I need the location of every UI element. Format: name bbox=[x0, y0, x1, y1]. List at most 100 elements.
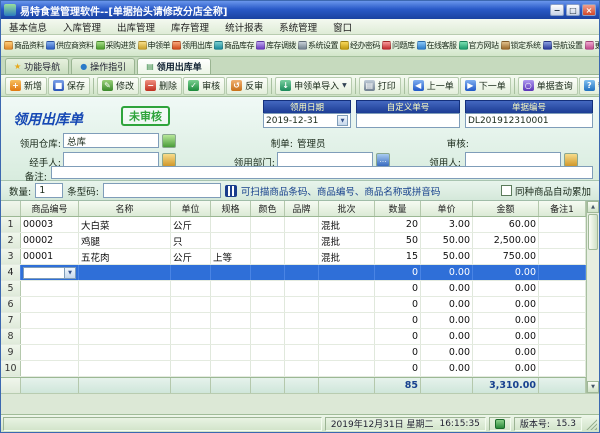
scroll-down-icon[interactable]: ▼ bbox=[587, 381, 599, 393]
toolbar-item-issues[interactable]: 问题库 bbox=[381, 40, 416, 51]
cell-name[interactable]: 大白菜 bbox=[79, 217, 171, 232]
cell-brand[interactable] bbox=[285, 313, 319, 328]
cell-amount[interactable]: 750.00 bbox=[473, 249, 539, 264]
table-row[interactable]: 7 0 0.00 0.00 bbox=[1, 313, 586, 329]
row-number[interactable]: 10 bbox=[1, 361, 21, 376]
cell-color[interactable] bbox=[251, 281, 285, 296]
menu-system[interactable]: 系统管理 bbox=[271, 19, 325, 34]
cell-batch[interactable]: 混批 bbox=[319, 233, 375, 248]
toolbar-item-stock[interactable]: 商品库存 bbox=[213, 40, 255, 51]
cell-price[interactable]: 50.00 bbox=[421, 233, 473, 248]
cell-spec[interactable] bbox=[211, 281, 251, 296]
cell-color[interactable] bbox=[251, 217, 285, 232]
menu-outbound[interactable]: 出库管理 bbox=[109, 19, 163, 34]
toolbar-item-password[interactable]: 经办密码 bbox=[339, 40, 381, 51]
cell-batch[interactable] bbox=[319, 265, 375, 280]
cell-spec[interactable]: 上等 bbox=[211, 249, 251, 264]
custom-number-input[interactable] bbox=[356, 113, 460, 128]
toolbar-item-purchase[interactable]: 采购进货 bbox=[95, 40, 137, 51]
cell-unit[interactable] bbox=[171, 297, 211, 312]
cell-amount[interactable]: 0.00 bbox=[473, 345, 539, 360]
cell-amount[interactable]: 0.00 bbox=[473, 297, 539, 312]
import-dropdown-icon[interactable]: ▼ bbox=[342, 82, 347, 89]
cell-unit[interactable]: 公斤 bbox=[171, 249, 211, 264]
cell-code[interactable] bbox=[21, 297, 79, 312]
query-button[interactable]: ○ 单据查询 bbox=[517, 76, 578, 95]
cell-spec[interactable] bbox=[211, 329, 251, 344]
remark-input[interactable] bbox=[51, 166, 593, 179]
vertical-scrollbar[interactable]: ▲ ▼ bbox=[586, 201, 599, 393]
cell-qty[interactable]: 0 bbox=[375, 265, 421, 280]
cell-spec[interactable] bbox=[211, 265, 251, 280]
cell-code[interactable]: 00003 bbox=[21, 217, 79, 232]
cell-amount[interactable]: 60.00 bbox=[473, 217, 539, 232]
col-header-spec[interactable]: 规格 bbox=[211, 201, 251, 216]
order-date-input[interactable]: 2019-12-31 ▼ bbox=[263, 113, 351, 128]
toolbar-item-settings[interactable]: 系统设置 bbox=[297, 40, 339, 51]
cell-price[interactable]: 0.00 bbox=[421, 345, 473, 360]
barcode-input[interactable] bbox=[102, 183, 221, 198]
cell-brand[interactable] bbox=[285, 281, 319, 296]
cell-name[interactable] bbox=[79, 345, 171, 360]
menu-window[interactable]: 窗口 bbox=[325, 19, 360, 34]
cell-remark[interactable] bbox=[539, 265, 586, 280]
cell-brand[interactable] bbox=[285, 265, 319, 280]
cell-color[interactable] bbox=[251, 233, 285, 248]
cell-code[interactable]: 00002 bbox=[21, 233, 79, 248]
cell-amount[interactable]: 0.00 bbox=[473, 329, 539, 344]
print-button[interactable]: ▤ 打印 bbox=[358, 76, 401, 95]
cell-price[interactable]: 0.00 bbox=[421, 297, 473, 312]
cell-qty[interactable]: 0 bbox=[375, 329, 421, 344]
scrollbar-thumb[interactable] bbox=[588, 214, 598, 250]
new-button[interactable]: + 新增 bbox=[5, 76, 48, 95]
col-header-qty[interactable]: 数量 bbox=[375, 201, 421, 216]
cell-price[interactable]: 0.00 bbox=[421, 281, 473, 296]
cell-code[interactable] bbox=[21, 361, 79, 376]
cell-brand[interactable] bbox=[285, 217, 319, 232]
cell-unit[interactable] bbox=[171, 361, 211, 376]
delete-button[interactable]: − 删除 bbox=[140, 76, 183, 95]
cell-color[interactable] bbox=[251, 329, 285, 344]
auto-add-option[interactable]: 同种商品自动累加 bbox=[500, 184, 591, 198]
combo-dropdown-icon[interactable]: ▼ bbox=[64, 267, 75, 278]
cell-spec[interactable] bbox=[211, 297, 251, 312]
table-row[interactable]: 3 00001 五花肉 公斤 上等 混批 15 50.00 750.00 bbox=[1, 249, 586, 265]
cell-remark[interactable] bbox=[539, 281, 586, 296]
cell-remark[interactable] bbox=[539, 297, 586, 312]
cell-amount[interactable]: 2,500.00 bbox=[473, 233, 539, 248]
row-number[interactable]: 5 bbox=[1, 281, 21, 296]
cell-unit[interactable] bbox=[171, 265, 211, 280]
cell-amount[interactable]: 0.00 bbox=[473, 313, 539, 328]
maximize-button[interactable]: □ bbox=[566, 4, 580, 16]
cell-remark[interactable] bbox=[539, 345, 586, 360]
row-number[interactable]: 8 bbox=[1, 329, 21, 344]
prev-order-button[interactable]: ◀ 上一单 bbox=[407, 76, 459, 95]
toolbar-item-lock[interactable]: 锁定系统 bbox=[500, 40, 542, 51]
toolbar-item-support[interactable]: 在线客服 bbox=[416, 40, 458, 51]
cell-color[interactable] bbox=[251, 265, 285, 280]
handler-input[interactable] bbox=[63, 152, 159, 167]
cell-batch[interactable]: 混批 bbox=[319, 217, 375, 232]
cell-qty[interactable]: 50 bbox=[375, 233, 421, 248]
cell-qty[interactable]: 0 bbox=[375, 297, 421, 312]
cell-unit[interactable] bbox=[171, 313, 211, 328]
cell-qty[interactable]: 0 bbox=[375, 281, 421, 296]
cell-code[interactable]: 00001 bbox=[21, 249, 79, 264]
tab-guide[interactable]: ● 操作指引 bbox=[71, 58, 136, 74]
cell-qty[interactable]: 0 bbox=[375, 361, 421, 376]
cell-brand[interactable] bbox=[285, 345, 319, 360]
handler-picker-icon[interactable] bbox=[162, 153, 176, 167]
toolbar-item-requisition[interactable]: 申领单 bbox=[137, 40, 172, 51]
cell-color[interactable] bbox=[251, 313, 285, 328]
table-row-selected[interactable]: 4 ▼ 0 0.00 0.00 bbox=[1, 265, 586, 281]
toolbar-item-outbound[interactable]: 领用出库 bbox=[171, 40, 213, 51]
import-requisition-button[interactable]: ↓ 申领单导入 ▼ bbox=[275, 76, 352, 95]
tab-function-nav[interactable]: ★ 功能导航 bbox=[5, 58, 70, 74]
cell-qty[interactable]: 20 bbox=[375, 217, 421, 232]
product-combo[interactable]: ▼ bbox=[23, 266, 76, 279]
unaudit-button[interactable]: ↺ 反审 bbox=[226, 76, 269, 95]
cell-price[interactable]: 0.00 bbox=[421, 313, 473, 328]
cell-brand[interactable] bbox=[285, 329, 319, 344]
cell-amount[interactable]: 0.00 bbox=[473, 281, 539, 296]
cell-batch[interactable] bbox=[319, 345, 375, 360]
